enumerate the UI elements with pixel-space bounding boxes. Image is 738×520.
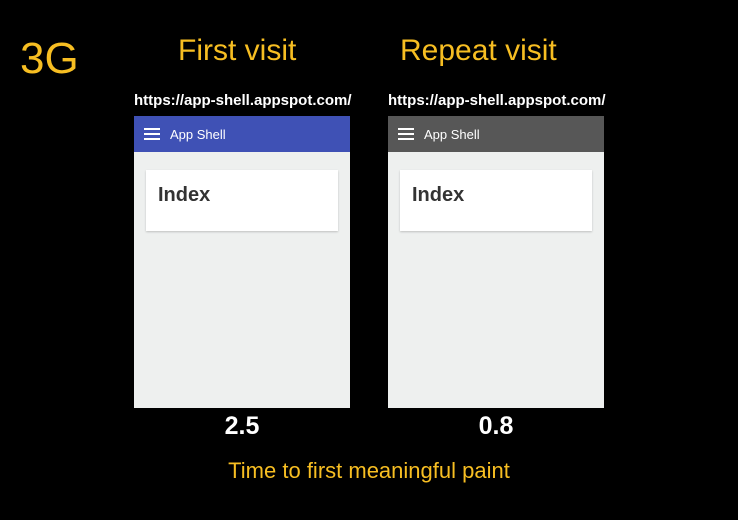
caption: Time to first meaningful paint — [0, 458, 738, 484]
app-toolbar: App Shell — [134, 116, 350, 152]
heading-first-visit: First visit — [178, 34, 296, 68]
toolbar-title: App Shell — [170, 127, 226, 142]
card: Index — [400, 170, 592, 231]
app-toolbar: App Shell — [388, 116, 604, 152]
phone-repeat-visit: App Shell Index — [388, 116, 604, 408]
card-title: Index — [412, 184, 580, 207]
url-first: https://app-shell.appspot.com/ — [134, 92, 352, 109]
hamburger-icon[interactable] — [144, 128, 160, 140]
app-content: Index — [388, 152, 604, 249]
hamburger-icon[interactable] — [398, 128, 414, 140]
card-title: Index — [158, 184, 326, 207]
toolbar-title: App Shell — [424, 127, 480, 142]
slide: 3G First visit Repeat visit https://app-… — [0, 0, 738, 520]
metric-first: 2.5 — [134, 412, 350, 441]
phone-first-visit: App Shell Index — [134, 116, 350, 408]
network-badge: 3G — [20, 34, 79, 84]
card: Index — [146, 170, 338, 231]
app-content: Index — [134, 152, 350, 249]
url-repeat: https://app-shell.appspot.com/ — [388, 92, 606, 109]
metric-repeat: 0.8 — [388, 412, 604, 441]
heading-repeat-visit: Repeat visit — [400, 34, 557, 68]
